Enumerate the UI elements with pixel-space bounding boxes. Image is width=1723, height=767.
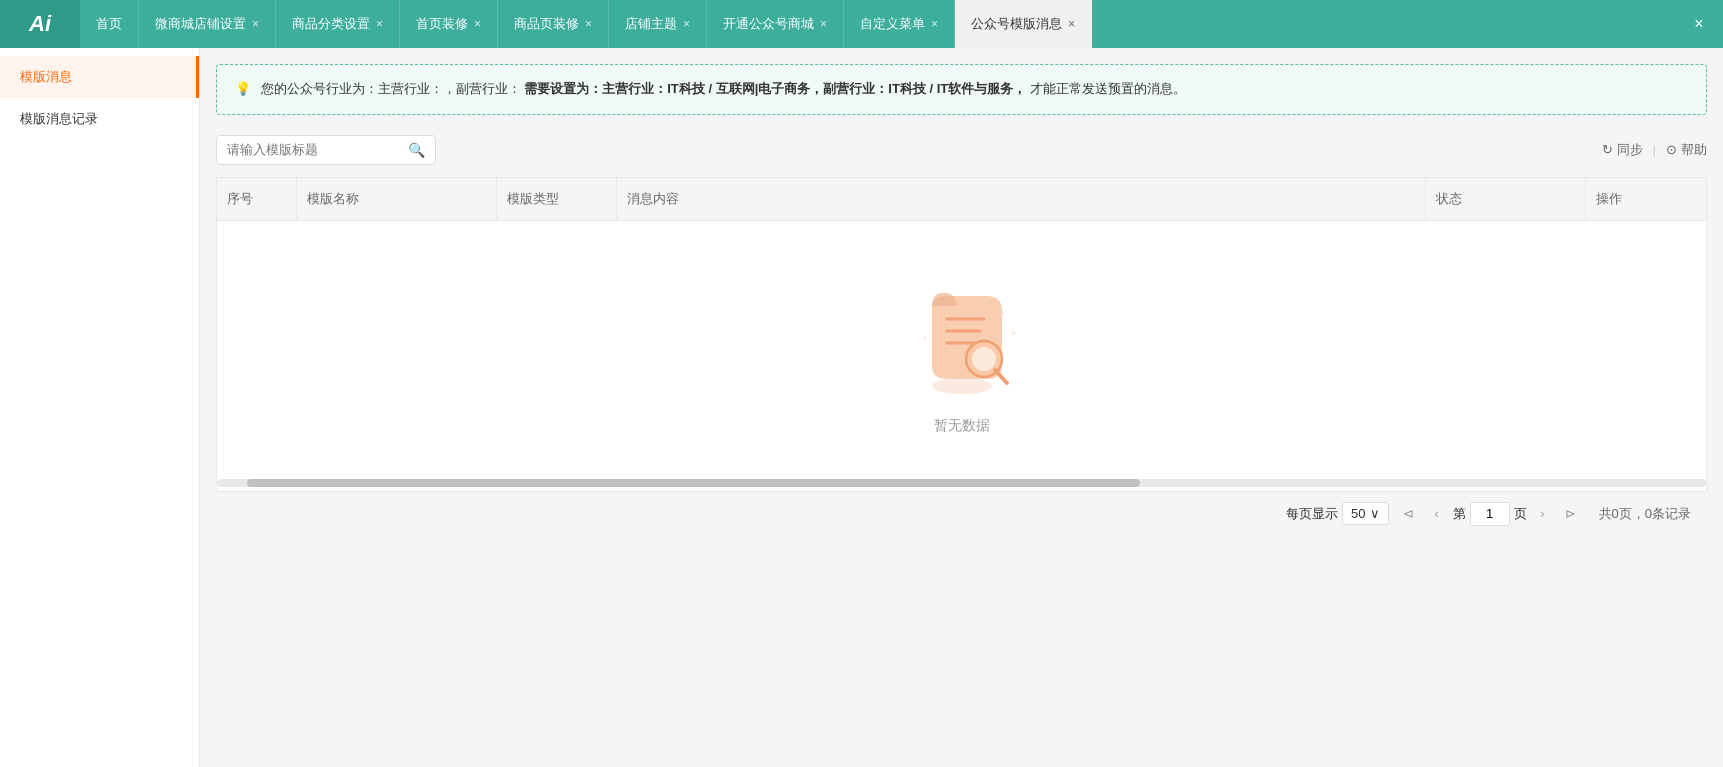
table-header: 序号 模版名称 模版类型 消息内容 状态 操作	[217, 178, 1706, 221]
nav-tab-close[interactable]: ×	[820, 18, 827, 30]
nav-tab-custommenu[interactable]: 自定义菜单 ×	[844, 0, 955, 48]
nav-tab-label: 公众号模版消息	[971, 15, 1062, 33]
nav-tab-openstore[interactable]: 开通公众号商城 ×	[707, 0, 844, 48]
nav-tab-close[interactable]: ×	[1068, 18, 1075, 30]
nav-tab-label: 微商城店铺设置	[155, 15, 246, 33]
page-label: 第	[1453, 505, 1466, 523]
help-icon: ⊙	[1666, 142, 1677, 157]
svg-text:✦: ✦	[997, 307, 1005, 318]
page-size-value: 50	[1351, 506, 1365, 521]
sync-icon: ↻	[1602, 142, 1613, 157]
sidebar: 模版消息模版消息记录	[0, 48, 200, 767]
scroll-thumb[interactable]	[247, 479, 1140, 487]
nav-tab-close[interactable]: ×	[683, 18, 690, 30]
page-nav: ⊲ ‹ 第 页 › ⊳	[1397, 502, 1583, 526]
nav-tab-templatemsg[interactable]: 公众号模版消息 ×	[955, 0, 1092, 48]
next-page-button[interactable]: ›	[1531, 502, 1555, 526]
svg-text:✦: ✦	[1010, 329, 1017, 338]
nav-tab-label: 首页	[96, 15, 122, 33]
nav-tab-label: 自定义菜单	[860, 15, 925, 33]
page-unit: 页	[1514, 505, 1527, 523]
main-layout: 模版消息模版消息记录 💡 您的公众号行业为：主营行业：，副营行业： 需要设置为：…	[0, 48, 1723, 767]
horizontal-scrollbar[interactable]	[217, 479, 1706, 487]
prev-page-button[interactable]: ‹	[1425, 502, 1449, 526]
nav-tab-homepage[interactable]: 首页装修 ×	[400, 0, 498, 48]
nav-tab-close[interactable]: ×	[474, 18, 481, 30]
search-input[interactable]	[227, 142, 408, 157]
nav-tab-label: 商品页装修	[514, 15, 579, 33]
global-close-button[interactable]: ×	[1675, 0, 1723, 48]
nav-tab-close[interactable]: ×	[376, 18, 383, 30]
col-index: 序号	[217, 178, 297, 220]
nav-tabs: 首页微商城店铺设置×商品分类设置×首页装修×商品页装修×店铺主题×开通公众号商城…	[80, 0, 1675, 48]
nav-tab-category[interactable]: 商品分类设置 ×	[276, 0, 400, 48]
empty-state: ✦ ✦ ✦ 暂无数据	[217, 221, 1706, 475]
nav-tab-label: 开通公众号商城	[723, 15, 814, 33]
help-button[interactable]: ⊙ 帮助	[1666, 141, 1707, 159]
empty-icon: ✦ ✦ ✦	[902, 281, 1022, 401]
search-icon[interactable]: 🔍	[408, 142, 425, 158]
nav-tab-weishop[interactable]: 微商城店铺设置 ×	[139, 0, 276, 48]
notice-suffix: 才能正常发送预置的消息。	[1030, 81, 1186, 96]
first-page-button[interactable]: ⊲	[1397, 502, 1421, 526]
sidebar-item-template-log[interactable]: 模版消息记录	[0, 98, 199, 140]
page-total: 共0页，0条记录	[1599, 505, 1691, 523]
nav-tab-label: 首页装修	[416, 15, 468, 33]
sidebar-item-template-msg[interactable]: 模版消息	[0, 56, 199, 98]
col-content: 消息内容	[617, 178, 1426, 220]
empty-text: 暂无数据	[934, 417, 990, 435]
per-page-label: 每页显示	[1286, 505, 1338, 523]
sync-button[interactable]: ↻ 同步	[1602, 141, 1643, 159]
nav-tab-close[interactable]: ×	[252, 18, 259, 30]
search-input-wrap[interactable]: 🔍	[216, 135, 436, 165]
svg-point-0	[932, 378, 992, 394]
search-actions: ↻ 同步 | ⊙ 帮助	[1602, 141, 1707, 159]
nav-tab-productpage[interactable]: 商品页装修 ×	[498, 0, 609, 48]
page-size-dropdown[interactable]: 50 ∨	[1342, 502, 1388, 525]
col-status: 状态	[1426, 178, 1586, 220]
logo: Ai	[0, 0, 80, 48]
last-page-button[interactable]: ⊳	[1559, 502, 1583, 526]
notice-icon: 💡	[235, 81, 251, 96]
nav-tab-label: 店铺主题	[625, 15, 677, 33]
divider: |	[1653, 142, 1656, 157]
top-nav: Ai 首页微商城店铺设置×商品分类设置×首页装修×商品页装修×店铺主题×开通公众…	[0, 0, 1723, 48]
chevron-down-icon: ∨	[1370, 506, 1380, 521]
pagination: 每页显示 50 ∨ ⊲ ‹ 第 页 › ⊳ 共0页，0条记录	[216, 492, 1707, 536]
notice-prefix: 您的公众号行业为：主营行业：，副营行业：	[261, 81, 521, 96]
col-name: 模版名称	[297, 178, 497, 220]
notice-highlight: 需要设置为：主营行业：IT科技 / 互联网|电子商务，副营行业：IT科技 / I…	[524, 81, 1026, 96]
svg-text:✦: ✦	[922, 335, 928, 342]
page-size-select: 每页显示 50 ∨	[1286, 502, 1388, 525]
svg-point-5	[972, 347, 996, 371]
page-number-input[interactable]	[1470, 502, 1510, 526]
data-table: 序号 模版名称 模版类型 消息内容 状态 操作	[216, 177, 1707, 492]
notice-banner: 💡 您的公众号行业为：主营行业：，副营行业： 需要设置为：主营行业：IT科技 /…	[216, 64, 1707, 115]
nav-tab-home[interactable]: 首页	[80, 0, 139, 48]
col-action: 操作	[1586, 178, 1706, 220]
col-type: 模版类型	[497, 178, 617, 220]
nav-tab-label: 商品分类设置	[292, 15, 370, 33]
nav-tab-close[interactable]: ×	[931, 18, 938, 30]
content-area: 💡 您的公众号行业为：主营行业：，副营行业： 需要设置为：主营行业：IT科技 /…	[200, 48, 1723, 767]
nav-tab-close[interactable]: ×	[585, 18, 592, 30]
search-bar: 🔍 ↻ 同步 | ⊙ 帮助	[216, 135, 1707, 165]
nav-tab-theme[interactable]: 店铺主题 ×	[609, 0, 707, 48]
